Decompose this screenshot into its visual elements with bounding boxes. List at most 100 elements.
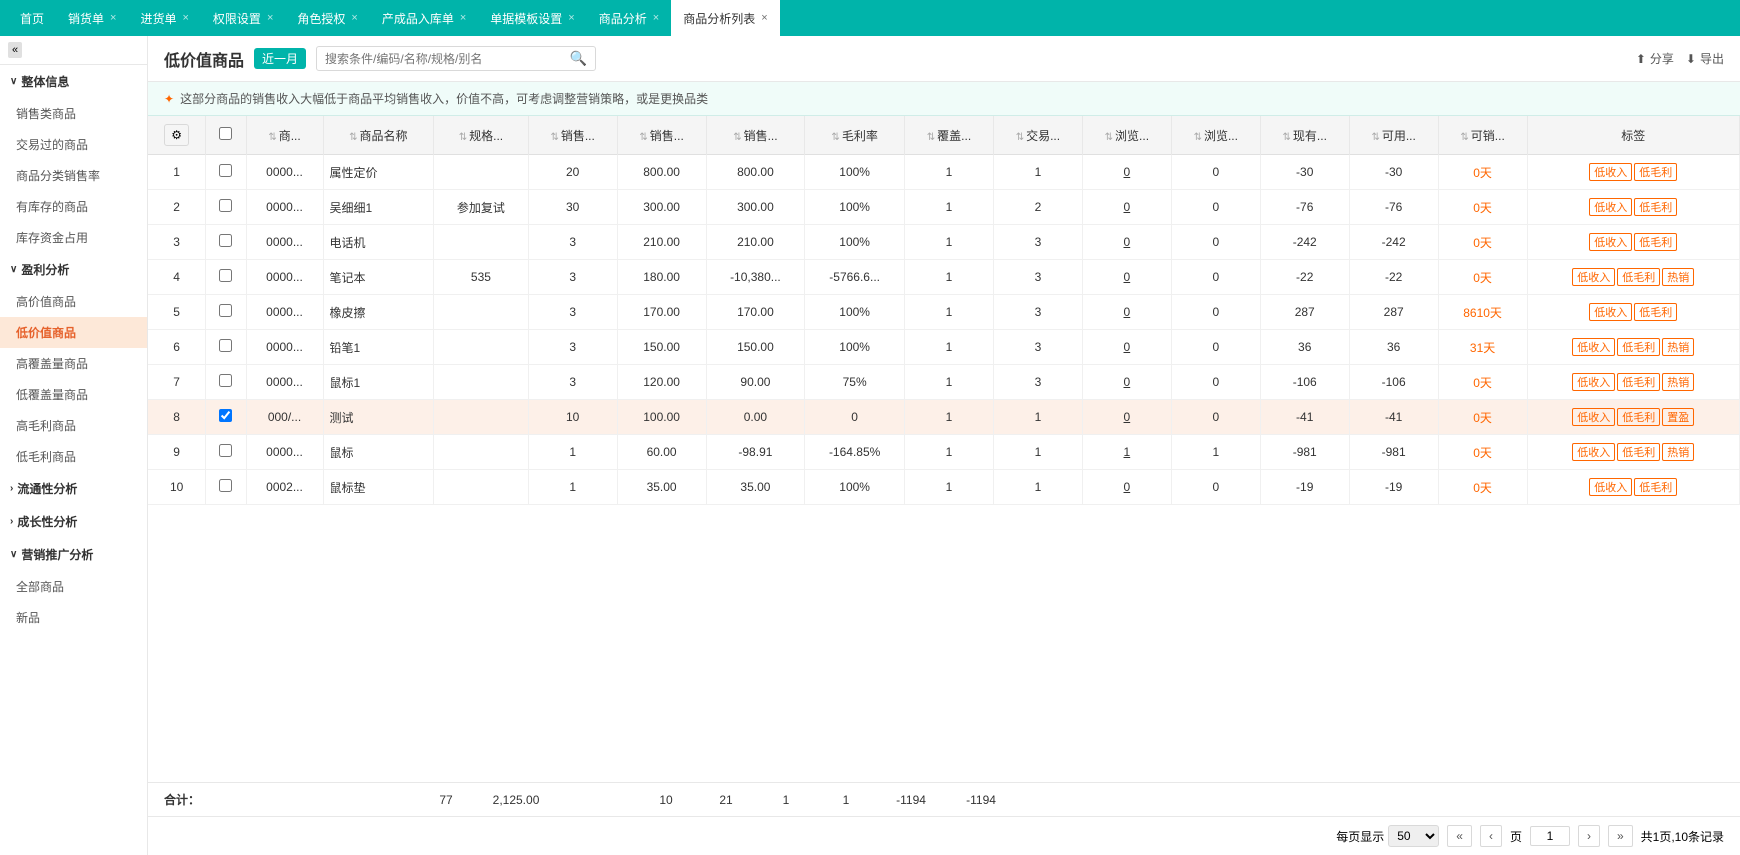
col-coverage[interactable]: 覆盖... (905, 116, 994, 155)
sidebar-collapse-button[interactable]: « (8, 42, 22, 58)
views1-link[interactable]: 0 (1124, 305, 1131, 319)
sidebar-item-low-margin[interactable]: 低毛利商品 (0, 441, 147, 472)
sidebar-section-circulation[interactable]: › 流通性分析 (0, 472, 147, 505)
sidebar-section-growth[interactable]: › 成长性分析 (0, 505, 147, 538)
share-button[interactable]: ⬆ 分享 (1636, 50, 1674, 67)
col-spec[interactable]: 规格... (434, 116, 529, 155)
sidebar-item-high-value[interactable]: 高价值商品 (0, 286, 147, 317)
close-role-auth-icon[interactable]: × (351, 12, 357, 24)
row-checkbox[interactable] (219, 339, 232, 352)
nav-production-warehouse[interactable]: 产成品入库单 × (370, 0, 478, 36)
row-checkbox[interactable] (219, 304, 232, 317)
row-checkbox[interactable] (219, 479, 232, 492)
sidebar-item-high-margin[interactable]: 高毛利商品 (0, 410, 147, 441)
row-sales-qty: 3 (528, 260, 617, 295)
export-icon: ⬇ (1686, 52, 1696, 66)
nav-product-analysis-list[interactable]: 商品分析列表 × (671, 0, 779, 36)
tag-badge: 低收入 (1572, 268, 1615, 286)
sidebar-item-low-value[interactable]: 低价值商品 (0, 317, 147, 348)
views1-link[interactable]: 0 (1124, 165, 1131, 179)
sidebar-section-marketing[interactable]: ∨ 营销推广分析 (0, 538, 147, 571)
nav-permissions[interactable]: 权限设置 × (201, 0, 285, 36)
row-available: -22 (1349, 260, 1438, 295)
row-checkbox[interactable] (219, 444, 232, 457)
row-code: 0000... (246, 190, 323, 225)
last-page-button[interactable]: » (1608, 825, 1633, 847)
page-number-input[interactable] (1530, 826, 1570, 846)
nav-sales-order[interactable]: 销货单 × (56, 0, 128, 36)
row-saleable: 0天 (1438, 435, 1527, 470)
search-icon[interactable]: 🔍 (570, 50, 587, 67)
first-page-button[interactable]: « (1447, 825, 1472, 847)
close-product-analysis-icon[interactable]: × (653, 12, 659, 24)
row-views1: 0 (1082, 400, 1171, 435)
sidebar-item-inventory-capital[interactable]: 库存资金占用 (0, 222, 147, 253)
sidebar-item-sales-products[interactable]: 销售类商品 (0, 98, 147, 129)
nav-role-auth[interactable]: 角色授权 × (285, 0, 369, 36)
col-views2[interactable]: 浏览... (1171, 116, 1260, 155)
col-sales-qty[interactable]: 销售... (528, 116, 617, 155)
page-label: 页 (1510, 828, 1522, 845)
row-checkbox[interactable] (219, 234, 232, 247)
col-trade-count[interactable]: 交易... (993, 116, 1082, 155)
sidebar: « ∨ 整体信息 销售类商品 交易过的商品 商品分类销售率 有库存的商品 库存资… (0, 36, 148, 855)
row-spec: 535 (434, 260, 529, 295)
views1-link[interactable]: 0 (1124, 340, 1131, 354)
col-available[interactable]: 可用... (1349, 116, 1438, 155)
col-sales-cost[interactable]: 销售... (706, 116, 805, 155)
sidebar-item-high-coverage[interactable]: 高覆盖量商品 (0, 348, 147, 379)
sidebar-item-new-products[interactable]: 新品 (0, 602, 147, 633)
search-input[interactable] (325, 52, 564, 66)
views1-link[interactable]: 0 (1124, 235, 1131, 249)
nav-home[interactable]: 首页 (8, 0, 56, 36)
column-settings-button[interactable]: ⚙ (164, 124, 189, 146)
select-all-checkbox[interactable] (219, 127, 232, 140)
views1-link[interactable]: 0 (1124, 200, 1131, 214)
footer-totals: 合计： 77 2,125.00 10 21 1 1 -1194 -1194 (148, 782, 1740, 816)
views1-link[interactable]: 1 (1124, 445, 1131, 459)
sidebar-item-low-coverage[interactable]: 低覆盖量商品 (0, 379, 147, 410)
sidebar-item-all-products[interactable]: 全部商品 (0, 571, 147, 602)
close-sales-order-icon[interactable]: × (110, 12, 116, 24)
sidebar-item-traded-products[interactable]: 交易过的商品 (0, 129, 147, 160)
col-name[interactable]: 商品名称 (323, 116, 434, 155)
filter-tag[interactable]: 近一月 (254, 48, 306, 69)
close-list-icon[interactable]: × (761, 12, 767, 24)
tag-badge: 低毛利 (1617, 268, 1660, 286)
col-saleable[interactable]: 可销... (1438, 116, 1527, 155)
views1-link[interactable]: 0 (1124, 480, 1131, 494)
col-current-stock[interactable]: 现有... (1260, 116, 1349, 155)
col-code[interactable]: 商... (246, 116, 323, 155)
sidebar-section-overview[interactable]: ∨ 整体信息 (0, 65, 147, 98)
row-checkbox[interactable] (219, 374, 232, 387)
close-purchase-order-icon[interactable]: × (182, 12, 188, 24)
prev-page-button[interactable]: ‹ (1480, 825, 1502, 847)
next-page-button[interactable]: › (1578, 825, 1600, 847)
row-checkbox[interactable] (219, 269, 232, 282)
col-settings[interactable]: ⚙ (148, 116, 206, 155)
close-template-icon[interactable]: × (568, 12, 574, 24)
views1-link[interactable]: 0 (1124, 270, 1131, 284)
nav-product-analysis[interactable]: 商品分析 × (587, 0, 671, 36)
close-permissions-icon[interactable]: × (267, 12, 273, 24)
nav-template-settings[interactable]: 单据模板设置 × (478, 0, 586, 36)
row-sales-qty: 3 (528, 295, 617, 330)
col-views1[interactable]: 浏览... (1082, 116, 1171, 155)
sidebar-item-stocked-products[interactable]: 有库存的商品 (0, 191, 147, 222)
close-production-icon[interactable]: × (460, 12, 466, 24)
row-checkbox[interactable] (219, 199, 232, 212)
views1-link[interactable]: 0 (1124, 375, 1131, 389)
views1-link[interactable]: 0 (1124, 410, 1131, 424)
sidebar-item-category-sales-rate[interactable]: 商品分类销售率 (0, 160, 147, 191)
row-checkbox[interactable] (219, 409, 232, 422)
row-index: 5 (148, 295, 206, 330)
col-sales-amount[interactable]: 销售... (617, 116, 706, 155)
export-button[interactable]: ⬇ 导出 (1686, 50, 1724, 67)
nav-purchase-order[interactable]: 进货单 × (128, 0, 200, 36)
row-saleable: 0天 (1438, 155, 1527, 190)
row-checkbox[interactable] (219, 164, 232, 177)
page-size-select[interactable]: 50 100 (1388, 825, 1439, 847)
row-index: 6 (148, 330, 206, 365)
col-gross-margin[interactable]: 毛利率 (805, 116, 905, 155)
sidebar-section-profit[interactable]: ∨ 盈利分析 (0, 253, 147, 286)
